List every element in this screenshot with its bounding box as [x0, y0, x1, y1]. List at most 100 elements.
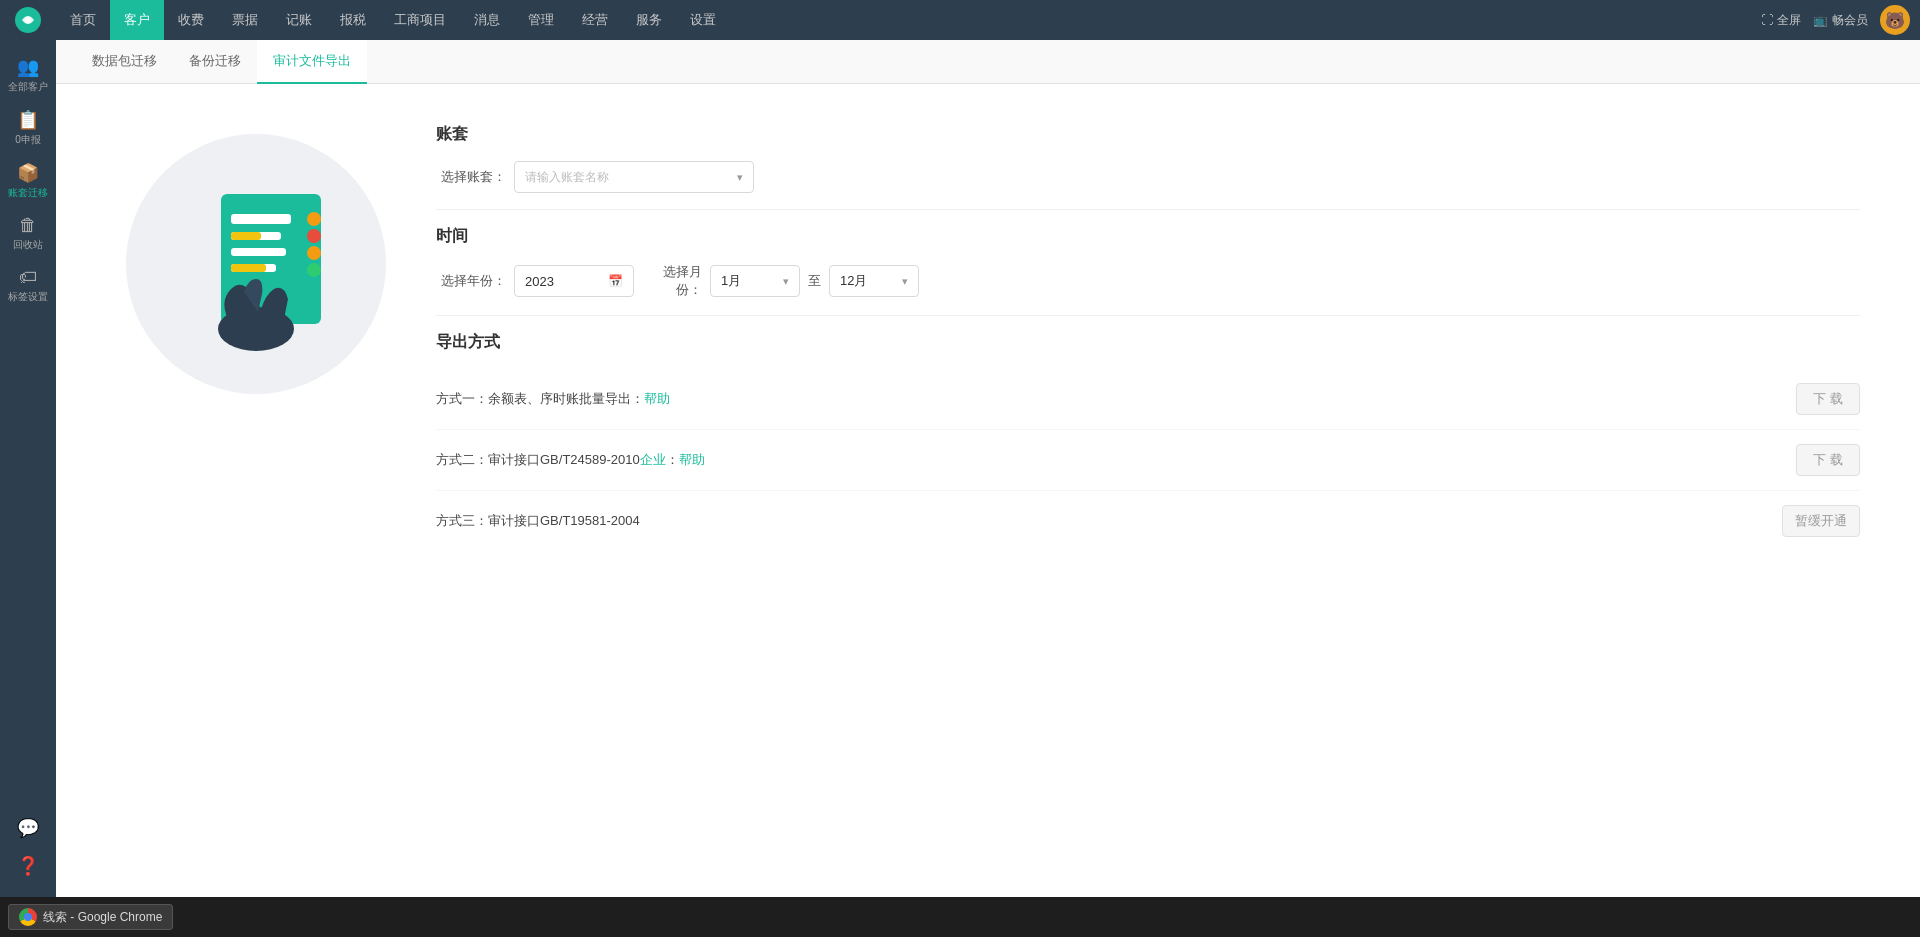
method3-vip-button[interactable]: 暂缓开通	[1782, 505, 1860, 537]
nav-invoice[interactable]: 票据	[218, 0, 272, 40]
taskbar-chrome-item[interactable]: 线索 - Google Chrome	[8, 904, 173, 930]
sidebar-label-account-migrate: 账套迁移	[8, 187, 48, 199]
section-divider-2	[436, 315, 1860, 316]
section-divider-1	[436, 209, 1860, 210]
illustration-circle	[126, 134, 386, 394]
tab-bar: 数据包迁移 备份迁移 审计文件导出	[56, 40, 1920, 84]
export-method-3-row: 方式三：审计接口GB/T19581-2004 暂缓开通	[436, 491, 1860, 551]
sidebar-item-tag-settings[interactable]: 🏷 标签设置	[0, 259, 56, 311]
top-nav-right: ⛶ 全屏 📺 畅会员 🐻	[1761, 5, 1910, 35]
method1-prefix: 方式一：余额表、序时账批量导出：	[436, 391, 644, 406]
nav-manage[interactable]: 管理	[514, 0, 568, 40]
tab-backup-migrate[interactable]: 备份迁移	[173, 40, 257, 84]
export-method-1-row: 方式一：余额表、序时账批量导出：帮助 下 载	[436, 369, 1860, 430]
illustration-svg	[166, 164, 346, 364]
account-label: 选择账套：	[436, 168, 506, 186]
svg-rect-5	[231, 248, 286, 256]
method2-company: 企业	[640, 452, 666, 467]
month-start-value: 1月	[721, 272, 741, 290]
nav-service[interactable]: 服务	[622, 0, 676, 40]
sidebar-item-zero-declare[interactable]: 📋 0申报	[0, 101, 56, 154]
nav-settings[interactable]: 设置	[676, 0, 730, 40]
svg-rect-11	[231, 232, 261, 240]
svg-point-9	[307, 246, 321, 260]
vip-icon: 📺	[1813, 13, 1828, 27]
nav-bookkeeping[interactable]: 记账	[272, 0, 326, 40]
year-input[interactable]: 2023 📅	[514, 265, 634, 297]
chrome-icon	[19, 908, 37, 926]
method2-suffix: ：	[666, 452, 679, 467]
method1-download-button[interactable]: 下 载	[1796, 383, 1860, 415]
method2-download-button[interactable]: 下 载	[1796, 444, 1860, 476]
migrate-icon: 📦	[17, 162, 39, 184]
svg-point-8	[307, 229, 321, 243]
svg-point-1	[25, 17, 31, 23]
nav-customer[interactable]: 客户	[110, 0, 164, 40]
recycle-icon: 🗑	[19, 215, 37, 236]
to-label: 至	[808, 272, 821, 290]
fullscreen-button[interactable]: ⛶ 全屏	[1761, 12, 1801, 29]
sidebar-label-tag-settings: 标签设置	[8, 291, 48, 303]
calendar-icon: 📅	[608, 274, 623, 288]
taskbar: 线索 - Google Chrome	[0, 897, 1920, 937]
vip-button[interactable]: 📺 畅会员	[1813, 12, 1868, 29]
customers-icon: 👥	[17, 56, 39, 78]
nav-operation[interactable]: 经营	[568, 0, 622, 40]
sidebar-label-zero-declare: 0申报	[15, 134, 41, 146]
time-row: 选择年份： 2023 📅 选择月份： 1月 ▾ 至 12月 ▾	[436, 263, 1860, 299]
month-label: 选择月份：	[642, 263, 702, 299]
tab-audit-export[interactable]: 审计文件导出	[257, 40, 367, 84]
sidebar-item-recycle[interactable]: 🗑 回收站	[0, 207, 56, 259]
year-value: 2023	[525, 274, 554, 289]
method3-prefix: 方式三：审计接口GB/T19581-2004	[436, 513, 640, 528]
illustration-section	[96, 114, 416, 867]
method2-link[interactable]: 帮助	[679, 452, 705, 467]
method1-link[interactable]: 帮助	[644, 391, 670, 406]
method1-text: 方式一：余额表、序时账批量导出：帮助	[436, 390, 670, 408]
app-logo	[10, 2, 46, 38]
method2-text: 方式二：审计接口GB/T24589-2010企业：帮助	[436, 451, 705, 469]
nav-home[interactable]: 首页	[56, 0, 110, 40]
time-section-title: 时间	[436, 226, 1860, 247]
month-start-select[interactable]: 1月 ▾	[710, 265, 800, 297]
nav-tax[interactable]: 报税	[326, 0, 380, 40]
nav-business[interactable]: 工商项目	[380, 0, 460, 40]
vip-label: 畅会员	[1832, 12, 1868, 29]
tab-data-migrate[interactable]: 数据包迁移	[76, 40, 173, 84]
content-area: 数据包迁移 备份迁移 审计文件导出	[56, 40, 1920, 897]
nav-billing[interactable]: 收费	[164, 0, 218, 40]
account-select[interactable]: 请输入账套名称 ▾	[514, 161, 754, 193]
month-start-chevron: ▾	[783, 275, 789, 288]
sidebar-item-help[interactable]: ❓	[13, 847, 43, 885]
tag-icon: 🏷	[19, 267, 37, 288]
declare-icon: 📋	[17, 109, 39, 131]
sidebar-item-all-customers[interactable]: 👥 全部客户	[0, 48, 56, 101]
sidebar-label-recycle: 回收站	[13, 239, 43, 251]
top-nav: 首页 客户 收费 票据 记账 报税 工商项目 消息 管理 经营 服务 设置 ⛶ …	[0, 0, 1920, 40]
main-layout: 👥 全部客户 📋 0申报 📦 账套迁移 🗑 回收站 🏷 标签设置 💬 ❓	[0, 40, 1920, 897]
left-sidebar: 👥 全部客户 📋 0申报 📦 账套迁移 🗑 回收站 🏷 标签设置 💬 ❓	[0, 40, 56, 897]
sidebar-bottom: 💬 ❓	[13, 809, 43, 897]
account-placeholder: 请输入账套名称	[525, 169, 609, 186]
export-method-2-row: 方式二：审计接口GB/T24589-2010企业：帮助 下 载	[436, 430, 1860, 491]
account-section-title: 账套	[436, 124, 1860, 145]
svg-point-7	[307, 212, 321, 226]
nav-items: 首页 客户 收费 票据 记账 报税 工商项目 消息 管理 经营 服务 设置	[56, 0, 1761, 40]
help-icon: ❓	[17, 855, 39, 877]
page-content: 账套 选择账套： 请输入账套名称 ▾ 时间 选择年份： 2023 📅	[56, 84, 1920, 897]
sidebar-label-all-customers: 全部客户	[8, 81, 48, 93]
nav-messages[interactable]: 消息	[460, 0, 514, 40]
sidebar-item-chat[interactable]: 💬	[13, 809, 43, 847]
sidebar-item-account-migrate[interactable]: 📦 账套迁移	[0, 154, 56, 207]
month-end-select[interactable]: 12月 ▾	[829, 265, 919, 297]
svg-rect-3	[231, 214, 291, 224]
form-section: 账套 选择账套： 请输入账套名称 ▾ 时间 选择年份： 2023 📅	[416, 114, 1880, 867]
method3-text: 方式三：审计接口GB/T19581-2004	[436, 512, 640, 530]
avatar[interactable]: 🐻	[1880, 5, 1910, 35]
chat-icon: 💬	[17, 817, 39, 839]
svg-rect-12	[231, 264, 266, 272]
taskbar-item-label: 线索 - Google Chrome	[43, 909, 162, 926]
export-section-title: 导出方式	[436, 332, 1860, 353]
account-chevron-icon: ▾	[737, 171, 743, 184]
month-end-value: 12月	[840, 272, 867, 290]
